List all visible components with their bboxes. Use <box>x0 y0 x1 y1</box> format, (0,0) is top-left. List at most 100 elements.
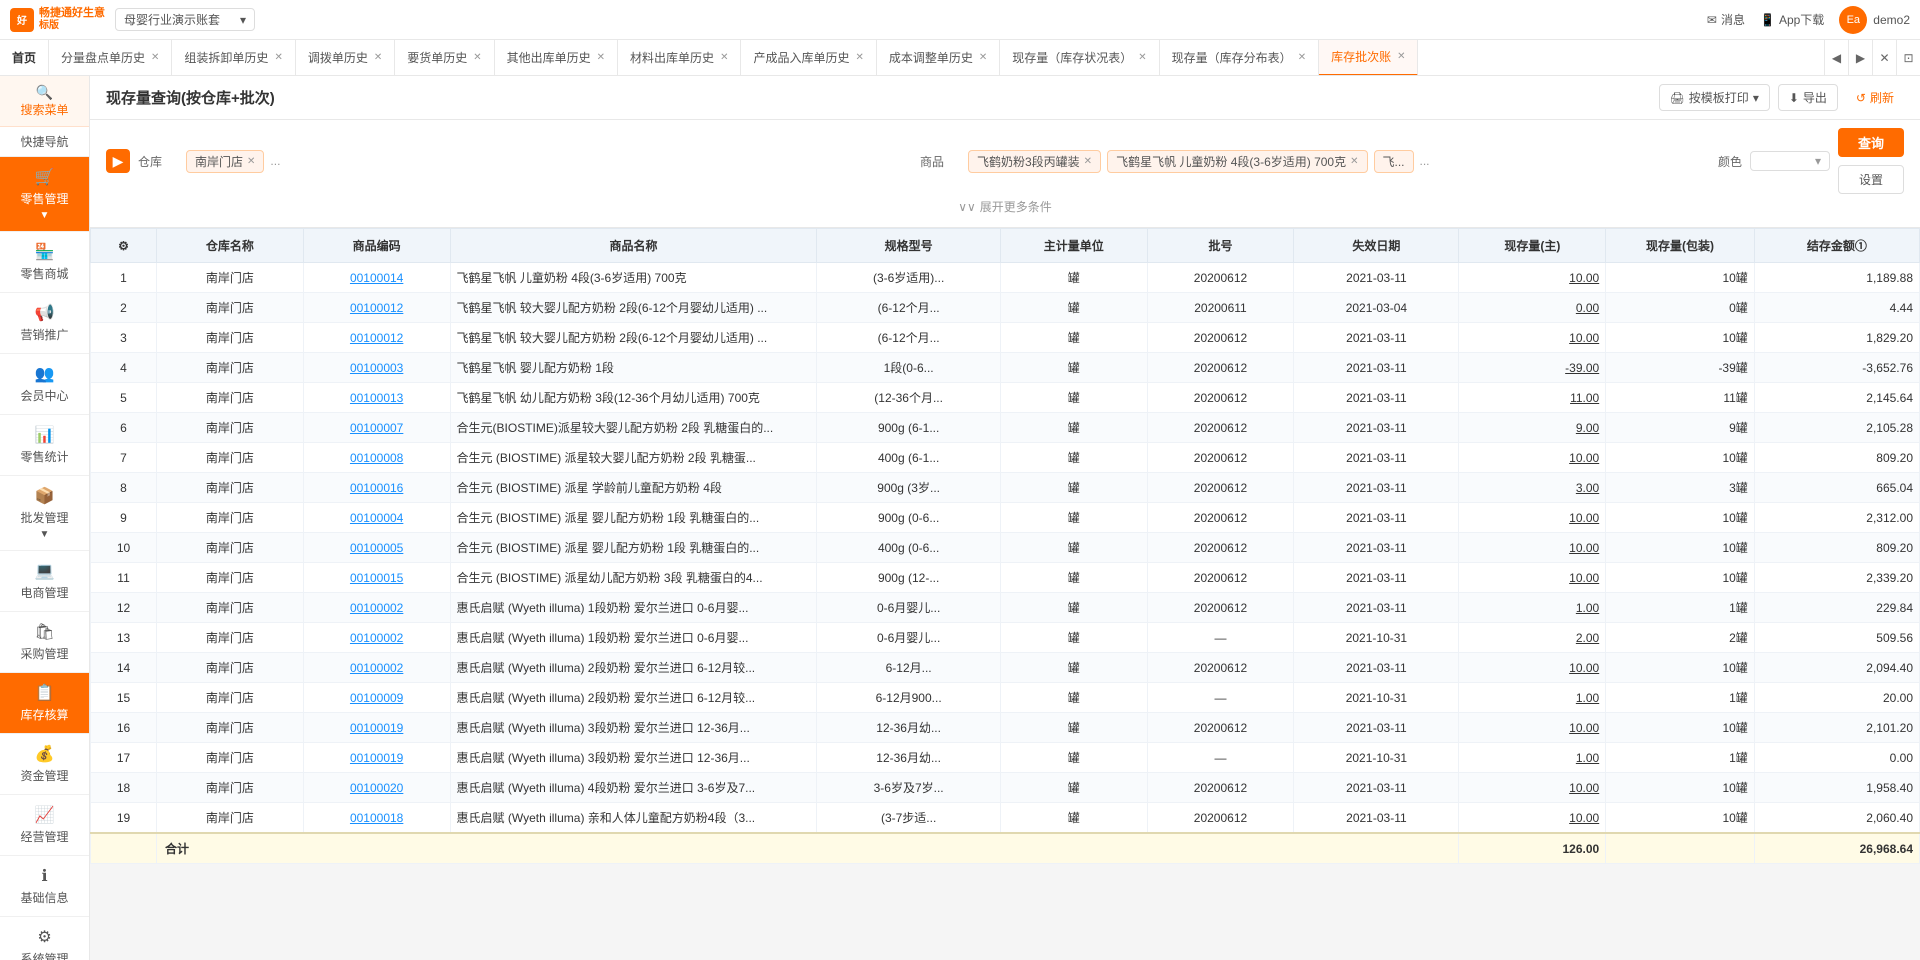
tab-requisition[interactable]: 要货单历史 ✕ <box>395 40 494 76</box>
tab-inventory-distribution[interactable]: 现存量（库存分布表） ✕ <box>1160 40 1319 76</box>
product-more[interactable]: ... <box>1420 154 1430 168</box>
tab-home[interactable]: 首页 <box>0 40 49 76</box>
tab-expand-btn[interactable]: ⊡ <box>1896 40 1920 76</box>
cell-sku[interactable]: 00100002 <box>303 623 450 653</box>
export-button[interactable]: ⬇ 导出 <box>1778 84 1838 111</box>
sidebar-item-purchase-mgmt[interactable]: 🛍 采购管理 <box>0 612 89 673</box>
chevron-down-icon: ∨∨ <box>958 200 976 214</box>
cell-qty-main[interactable]: 10.00 <box>1459 563 1606 593</box>
tab-material-outstock[interactable]: 材料出库单历史 ✕ <box>618 40 741 76</box>
cell-qty-main[interactable]: 1.00 <box>1459 743 1606 773</box>
cell-qty-main[interactable]: -39.00 <box>1459 353 1606 383</box>
tab-product-instock[interactable]: 产成品入库单历史 ✕ <box>741 40 876 76</box>
cell-qty-main[interactable]: 10.00 <box>1459 803 1606 834</box>
cell-sku[interactable]: 00100002 <box>303 653 450 683</box>
cell-qty-main[interactable]: 10.00 <box>1459 443 1606 473</box>
sidebar-item-system-mgmt[interactable]: ⚙ 系统管理 <box>0 917 89 960</box>
cell-sku[interactable]: 00100009 <box>303 683 450 713</box>
sidebar-item-basic-info[interactable]: ℹ 基础信息 <box>0 856 89 917</box>
cell-sku[interactable]: 00100016 <box>303 473 450 503</box>
expand-filter-btn[interactable]: ▶ <box>106 149 130 173</box>
tab-batch-voucher[interactable]: 库存批次账 ✕ <box>1319 40 1418 76</box>
tab-transfer[interactable]: 调拨单历史 ✕ <box>296 40 395 76</box>
tab-close-disassemble[interactable]: ✕ <box>274 52 282 63</box>
tab-next-btn[interactable]: ▶ <box>1848 40 1872 76</box>
warehouse-tag-close[interactable]: ✕ <box>247 156 255 167</box>
sidebar-item-ecommerce-mgmt[interactable]: 💻 电商管理 <box>0 551 89 612</box>
cell-sku[interactable]: 00100012 <box>303 323 450 353</box>
cell-sku[interactable]: 00100005 <box>303 533 450 563</box>
sidebar-item-finance-mgmt[interactable]: 💰 资金管理 <box>0 734 89 795</box>
setting-button[interactable]: 设置 <box>1838 165 1904 194</box>
cell-sku[interactable]: 00100020 <box>303 773 450 803</box>
sidebar-item-ops-mgmt[interactable]: 📈 经营管理 <box>0 795 89 856</box>
cell-sku[interactable]: 00100012 <box>303 293 450 323</box>
tab-close-other-outstock[interactable]: ✕ <box>597 52 605 63</box>
cell-qty-main[interactable]: 10.00 <box>1459 503 1606 533</box>
cell-qty-main[interactable]: 1.00 <box>1459 683 1606 713</box>
sidebar-item-member-center[interactable]: 👥 会员中心 <box>0 354 89 415</box>
product-tag-2-close[interactable]: ✕ <box>1350 156 1358 167</box>
sidebar-quick-nav[interactable]: 快捷导航 <box>0 127 89 157</box>
tab-close-cost-adjust[interactable]: ✕ <box>979 52 987 63</box>
sidebar-item-inventory-check[interactable]: 📋 库存核算 <box>0 673 89 734</box>
cell-qty-main[interactable]: 0.00 <box>1459 293 1606 323</box>
tab-inventory-status[interactable]: 现存量（库存状况表） ✕ <box>1000 40 1159 76</box>
expand-more-conditions[interactable]: ∨∨ 展开更多条件 <box>106 194 1904 219</box>
cell-sku[interactable]: 00100018 <box>303 803 450 834</box>
cell-sku[interactable]: 00100015 <box>303 563 450 593</box>
tab-close-transfer[interactable]: ✕ <box>374 52 382 63</box>
cell-qty-main[interactable]: 1.00 <box>1459 593 1606 623</box>
tab-other-outstock[interactable]: 其他出库单历史 ✕ <box>495 40 618 76</box>
tab-cost-adjust[interactable]: 成本调整单历史 ✕ <box>877 40 1000 76</box>
cell-qty-main[interactable]: 2.00 <box>1459 623 1606 653</box>
warehouse-more[interactable]: ... <box>270 154 280 168</box>
cell-sku[interactable]: 00100007 <box>303 413 450 443</box>
sidebar-item-retail-stats[interactable]: 📊 零售统计 <box>0 415 89 476</box>
cell-qty-main[interactable]: 10.00 <box>1459 533 1606 563</box>
cell-qty-main[interactable]: 9.00 <box>1459 413 1606 443</box>
message-btn[interactable]: ✉ 消息 <box>1707 11 1745 28</box>
query-button[interactable]: 查询 <box>1838 128 1904 157</box>
cell-sku[interactable]: 00100013 <box>303 383 450 413</box>
color-select[interactable]: ▾ <box>1750 151 1830 171</box>
gear-icon[interactable]: ⚙ <box>118 239 129 253</box>
tab-close-batch-voucher[interactable]: ✕ <box>1397 51 1405 62</box>
tab-close-inventory-status[interactable]: ✕ <box>1138 52 1146 63</box>
sidebar-item-retail-mgmt[interactable]: 🛒 零售管理 ▼ <box>0 157 89 232</box>
cell-qty-main[interactable]: 10.00 <box>1459 773 1606 803</box>
tab-close-inventory-distribution[interactable]: ✕ <box>1298 52 1306 63</box>
cell-qty-main[interactable]: 10.00 <box>1459 713 1606 743</box>
app-download-btn[interactable]: 📱 App下载 <box>1760 11 1824 28</box>
tab-close-requisition[interactable]: ✕ <box>473 52 481 63</box>
refresh-button[interactable]: ↺ 刷新 <box>1846 85 1904 110</box>
cell-sku[interactable]: 00100003 <box>303 353 450 383</box>
print-button[interactable]: 🖨 按模板打印 ▾ <box>1659 84 1770 111</box>
cell-amount: -3,652.76 <box>1754 353 1919 383</box>
cell-sku[interactable]: 00100008 <box>303 443 450 473</box>
sidebar-search[interactable]: 🔍 搜索菜单 <box>0 76 89 127</box>
store-selector[interactable]: 母婴行业演示账套 ▾ <box>115 8 255 31</box>
cell-sku[interactable]: 00100004 <box>303 503 450 533</box>
cell-sku[interactable]: 00100014 <box>303 263 450 293</box>
table-row: 19 南岸门店 00100018 惠氏启赋 (Wyeth illuma) 亲和人… <box>91 803 1920 834</box>
cell-sku[interactable]: 00100019 <box>303 713 450 743</box>
tab-split-inventory[interactable]: 分量盘点单历史 ✕ <box>49 40 172 76</box>
cell-qty-main[interactable]: 10.00 <box>1459 323 1606 353</box>
cell-sku[interactable]: 00100002 <box>303 593 450 623</box>
tab-disassemble[interactable]: 组装拆卸单历史 ✕ <box>172 40 295 76</box>
tab-close-product-instock[interactable]: ✕ <box>855 52 863 63</box>
tab-prev-btn[interactable]: ◀ <box>1824 40 1848 76</box>
cell-qty-main[interactable]: 10.00 <box>1459 653 1606 683</box>
sidebar-item-retail-mall[interactable]: 🏪 零售商城 <box>0 232 89 293</box>
cell-qty-main[interactable]: 3.00 <box>1459 473 1606 503</box>
product-tag-1-close[interactable]: ✕ <box>1084 156 1092 167</box>
sidebar-item-marketing[interactable]: 📢 营销推广 <box>0 293 89 354</box>
cell-sku[interactable]: 00100019 <box>303 743 450 773</box>
sidebar-item-wholesale-mgmt[interactable]: 📦 批发管理 ▼ <box>0 476 89 551</box>
tab-close-all-btn[interactable]: ✕ <box>1872 40 1896 76</box>
cell-qty-main[interactable]: 11.00 <box>1459 383 1606 413</box>
cell-qty-main[interactable]: 10.00 <box>1459 263 1606 293</box>
tab-close-material-outstock[interactable]: ✕ <box>720 52 728 63</box>
tab-close-split-inventory[interactable]: ✕ <box>151 52 159 63</box>
